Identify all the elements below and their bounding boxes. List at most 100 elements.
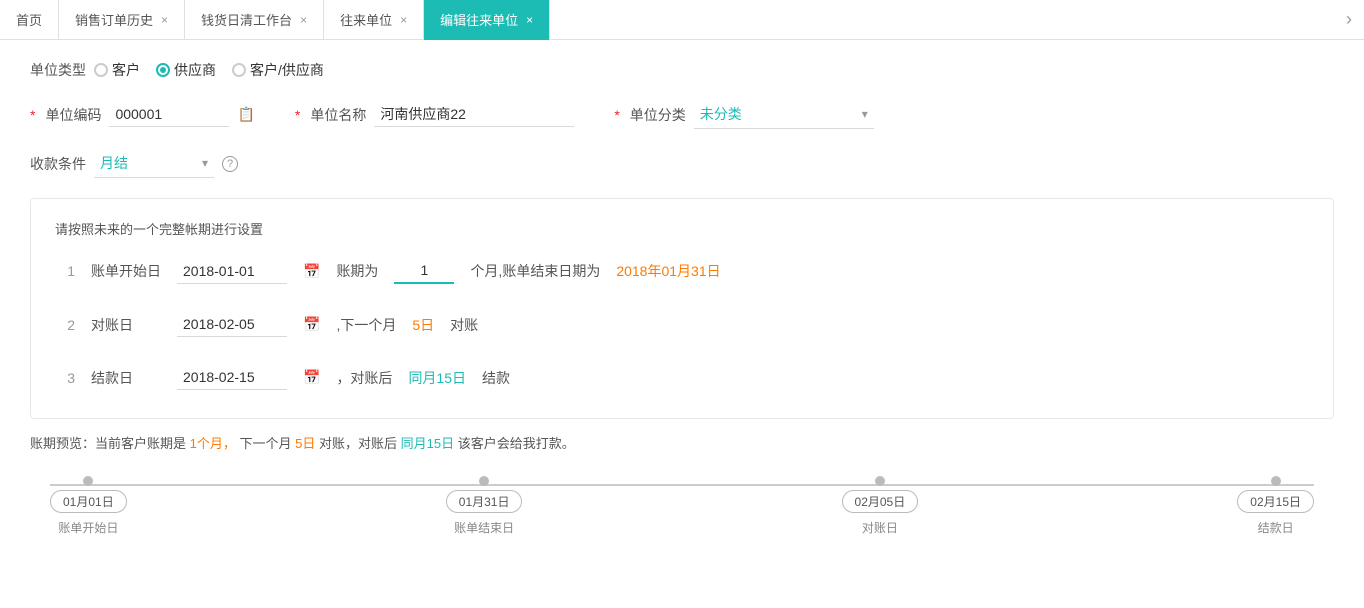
calendar-icon-1[interactable]: 📅 [303,263,320,280]
row-label-2: 对账日 [91,315,161,335]
tab-sales-history[interactable]: 销售订单历史 × [59,0,185,40]
row2-suffix-post: 对账 [450,315,478,335]
chevron-down-icon: ▾ [862,107,868,121]
radio-circle-supplier [156,63,170,77]
timeline-node-start: 01月01日 账单开始日 [50,476,127,536]
row-label-1: 账单开始日 [91,261,161,281]
row-label-3: 结款日 [91,368,161,388]
preview-highlight3: 同月15日 [401,436,454,451]
close-icon[interactable]: × [400,13,407,27]
tab-label: 首页 [16,10,42,29]
help-icon[interactable]: ? [222,156,238,172]
close-icon[interactable]: × [161,13,168,27]
period-suffix: 个月,账单结束日期为 [470,261,600,281]
tab-home[interactable]: 首页 [0,0,59,40]
unit-category-select[interactable]: 未分类 ▾ [694,100,874,129]
unit-category-field: * 单位分类 未分类 ▾ [614,100,873,129]
copy-icon[interactable]: 📋 [237,106,254,123]
period-row-1: 1 账单开始日 📅 账期为 个月,账单结束日期为 2018年01月31日 [55,258,1309,284]
row3-highlight: 同月15日 [408,368,466,388]
end-date-highlight: 2018年01月31日 [616,261,720,281]
close-icon[interactable]: × [300,13,307,27]
reconcile-date-input[interactable] [177,312,287,337]
preview-highlight1: 1个月， [190,436,236,451]
payment-terms-select[interactable]: 月结 ▾ [94,149,214,178]
timeline-pill-period-end: 01月31日 [446,490,523,513]
timeline-pill-start: 01月01日 [50,490,127,513]
unit-code-field: * 单位编码 📋 [30,102,255,127]
required-star: * [295,107,300,123]
preview-middle2: 对账，对账后 [319,436,397,451]
code-name-category-row: * 单位编码 📋 * 单位名称 * 单位分类 未分类 ▾ [30,100,1334,129]
row-num-3: 3 [55,370,75,386]
radio-circle-both [232,63,246,77]
row3-suffix-post: 结款 [482,368,510,388]
unit-name-input[interactable] [374,102,574,127]
payment-terms-field: 收款条件 月结 ▾ ? [30,149,238,178]
timeline-dot-payment [1271,476,1281,486]
unit-type-label: 单位类型 [30,60,86,80]
radio-supplier[interactable]: 供应商 [156,60,216,80]
row2-suffix-pre: ,下一个月 [336,315,396,335]
tab-label: 编辑往来单位 [440,10,518,29]
timeline-caption-period-end: 账单结束日 [454,519,514,536]
tab-label: 销售订单历史 [75,10,153,29]
tab-cashflow[interactable]: 钱货日清工作台 × [185,0,324,40]
payment-date-input[interactable] [177,365,287,390]
calendar-icon-2[interactable]: 📅 [303,316,320,333]
row-num-2: 2 [55,317,75,333]
tab-bar: 首页 销售订单历史 × 钱货日清工作台 × 往来单位 × 编辑往来单位 × › [0,0,1364,40]
preview-suffix: 该客户会给我打款。 [458,436,575,451]
period-section: 请按照未来的一个完整帐期进行设置 1 账单开始日 📅 账期为 个月,账单结束日期… [30,198,1334,419]
tab-label: 往来单位 [340,10,392,29]
timeline-node-reconcile: 02月05日 对账日 [842,476,919,536]
main-content: 单位类型 客户 供应商 客户/供应商 * 单位编码 [0,40,1364,608]
timeline-caption-payment: 结款日 [1258,519,1294,536]
timeline-node-period-end: 01月31日 账单结束日 [446,476,523,536]
timeline-caption-reconcile: 对账日 [862,519,898,536]
start-date-input[interactable] [177,259,287,284]
tab-label: 钱货日清工作台 [201,10,292,29]
row2-highlight: 5日 [412,315,434,335]
tab-more-button[interactable]: › [1334,9,1364,30]
timeline-node-payment: 02月15日 结款日 [1237,476,1314,536]
unit-category-value: 未分类 [700,104,862,124]
payment-terms-row: 收款条件 月结 ▾ ? [30,149,1334,178]
unit-category-label: 单位分类 [630,105,686,125]
preview-highlight2: 5日 [295,436,315,451]
period-months-input[interactable] [394,258,454,284]
row-num-1: 1 [55,263,75,279]
timeline-wrapper: 01月01日 账单开始日 01月31日 账单结束日 02月05日 对账日 [30,476,1334,536]
period-row-3: 3 结款日 📅 ，对账后 同月15日 结款 [55,365,1309,390]
radio-both[interactable]: 客户/供应商 [232,60,324,80]
radio-circle-customer [94,63,108,77]
timeline-dot-period-end [479,476,489,486]
timeline-nodes: 01月01日 账单开始日 01月31日 账单结束日 02月05日 对账日 [50,476,1314,536]
tab-contacts[interactable]: 往来单位 × [324,0,424,40]
unit-name-label: 单位名称 [310,105,366,125]
tab-edit-contact[interactable]: 编辑往来单位 × [424,0,550,40]
unit-type-field: 单位类型 客户 供应商 客户/供应商 [30,60,324,80]
unit-type-row: 单位类型 客户 供应商 客户/供应商 [30,60,1334,80]
unit-code-input[interactable] [109,102,229,127]
radio-supplier-label: 供应商 [174,60,216,80]
period-row-2: 2 对账日 📅 ,下一个月 5日 对账 [55,312,1309,337]
calendar-icon-3[interactable]: 📅 [303,369,320,386]
required-star: * [30,107,35,123]
period-label: 账期为 [336,261,378,281]
required-star: * [614,107,619,123]
chevron-down-icon: ▾ [202,156,208,170]
preview-middle1: 下一个月 [240,436,292,451]
timeline-dot-reconcile [875,476,885,486]
preview-prefix: 账期预览：当前客户账期是 [30,436,186,451]
unit-name-field: * 单位名称 [295,102,574,127]
unit-code-label: 单位编码 [45,105,101,125]
close-icon[interactable]: × [526,13,533,27]
payment-terms-value: 月结 [100,153,202,173]
timeline-dot-start [83,476,93,486]
timeline-pill-payment: 02月15日 [1237,490,1314,513]
preview-text: 账期预览：当前客户账期是 1个月， 下一个月 5日 对账，对账后 同月15日 该… [30,419,1334,452]
radio-customer-label: 客户 [112,60,140,80]
radio-customer[interactable]: 客户 [94,60,140,80]
unit-type-radio-group: 客户 供应商 客户/供应商 [94,60,324,80]
